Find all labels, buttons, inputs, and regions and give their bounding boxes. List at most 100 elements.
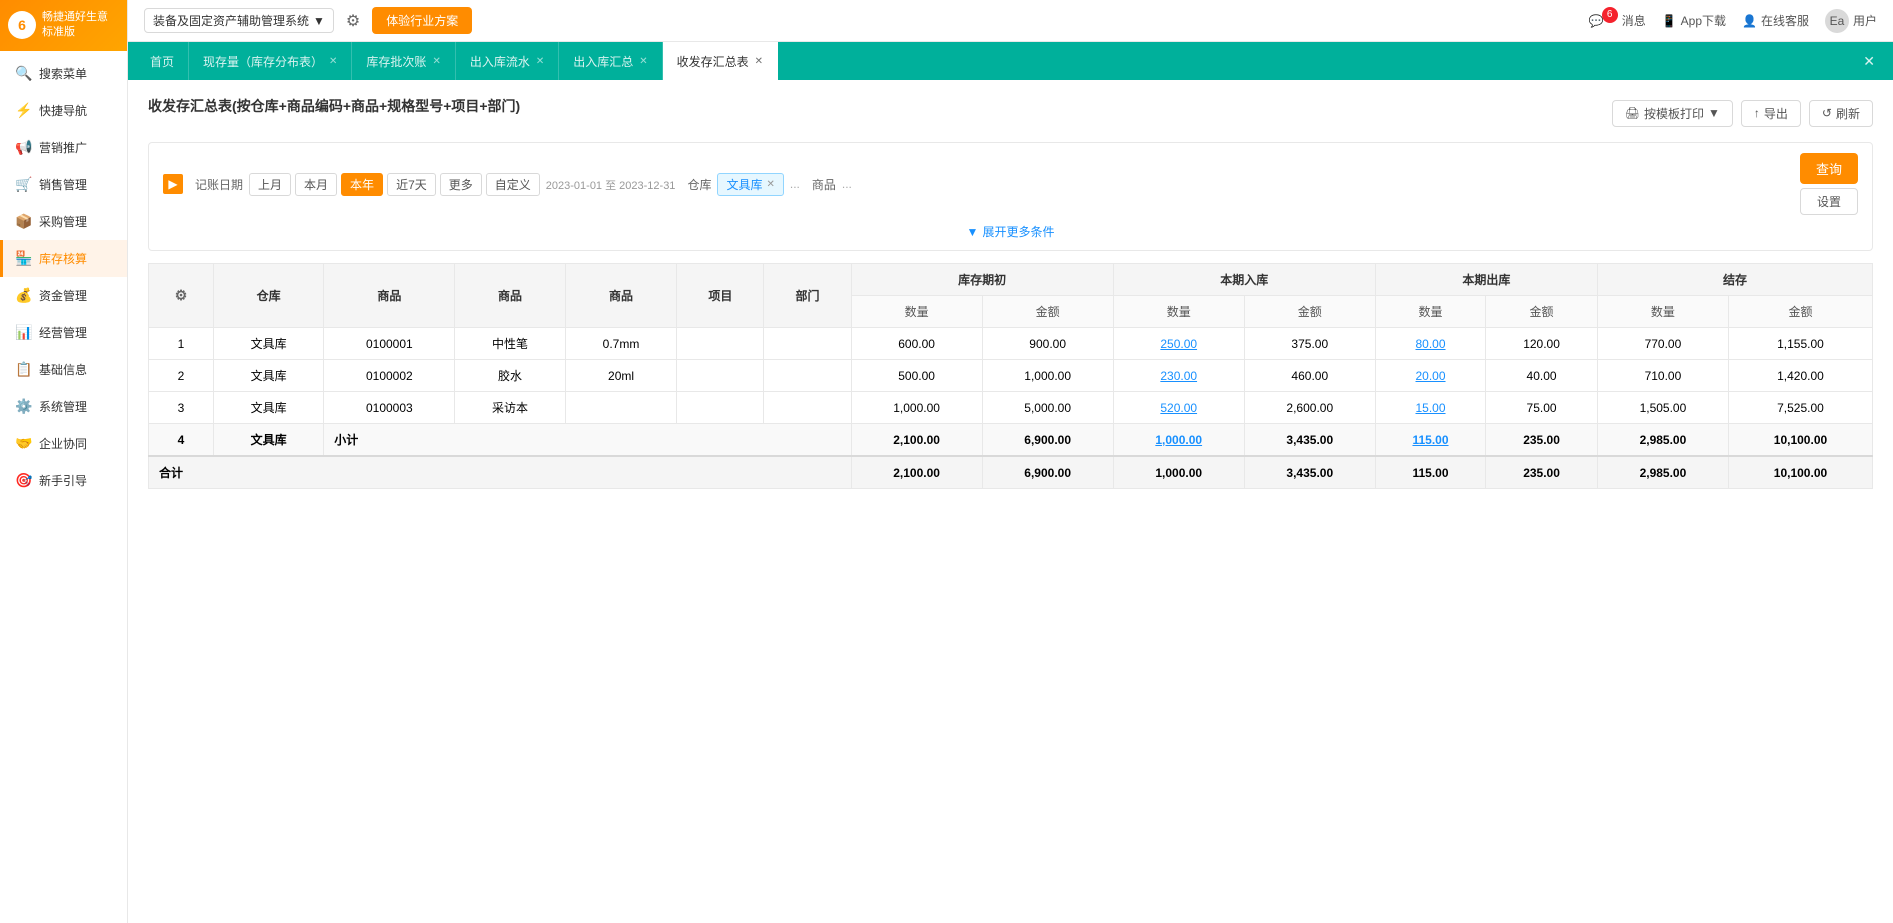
app-download-button[interactable]: 📱 App下载 [1662,12,1726,29]
row-out-qty[interactable]: 15.00 [1375,392,1485,424]
table-row: 2 文具库 0100002 胶水 20ml 500.00 1,000.00 23… [149,360,1873,392]
sidebar-item-purchase[interactable]: 📦采购管理 [0,203,127,240]
online-service-button[interactable]: 👤 在线客服 [1742,12,1809,29]
sidebar-icon-sales: 🛒 [15,176,31,193]
row-open-amt: 5,000.00 [982,392,1113,424]
row-bal-qty: 770.00 [1597,328,1728,360]
sidebar-icon-purchase: 📦 [15,213,31,230]
sidebar-icon-system: ⚙️ [15,398,31,415]
sidebar-label-finance: 资金管理 [39,287,87,304]
user-menu[interactable]: Ea 用户 [1825,9,1877,33]
table-body: 1 文具库 0100001 中性笔 0.7mm 600.00 900.00 25… [149,328,1873,457]
row-in-amt: 460.00 [1244,360,1375,392]
name-col-header: 商品 [455,264,565,328]
tab-close-recv_summary[interactable]: ✕ [755,56,763,67]
subtotal-warehouse: 文具库 [213,424,323,457]
collapse-toggle[interactable]: ▶ [163,174,183,194]
page-title: 收发存汇总表(按仓库+商品编码+商品+规格型号+项目+部门) [148,96,520,116]
sidebar-item-sales[interactable]: 🛒销售管理 [0,166,127,203]
tab-close-inout_summary[interactable]: ✕ [639,56,647,67]
tab-close-stock_dist[interactable]: ✕ [329,56,337,67]
tab-inout_summary[interactable]: 出入库汇总✕ [559,42,662,80]
tab-close-batch[interactable]: ✕ [432,56,440,67]
tab-home[interactable]: 首页 [136,42,189,80]
date-filter-btn-上月[interactable]: 上月 [249,173,291,196]
subtotal-row: 4 文具库 小计 2,100.00 6,900.00 1,000.00 3,43… [149,424,1873,457]
row-warehouse: 文具库 [213,392,323,424]
subtotal-out-qty[interactable]: 115.00 [1375,424,1485,457]
warehouse-more-button[interactable]: ... [790,177,800,191]
expand-conditions-button[interactable]: ▼ 展开更多条件 [163,223,1858,240]
tab-close-inout_flow[interactable]: ✕ [536,56,544,67]
date-filter-btn-近7天[interactable]: 近7天 [387,173,436,196]
row-out-amt: 120.00 [1486,328,1598,360]
sidebar-item-operations[interactable]: 📊经营管理 [0,314,127,351]
message-button[interactable]: 💬 6 消息 [1589,12,1646,29]
date-filter-btn-自定义[interactable]: 自定义 [486,173,540,196]
sidebar-item-basicinfo[interactable]: 📋基础信息 [0,351,127,388]
tabbar-close-icon[interactable]: ✕ [1853,53,1885,70]
out-stock-col-header: 本期出库 [1375,264,1597,296]
row-no: 2 [149,360,214,392]
warehouse-tag[interactable]: 文具库 ✕ [717,173,783,196]
goods-filter-group: 商品 ... [812,176,852,193]
row-no: 3 [149,392,214,424]
sidebar-item-finance[interactable]: 💰资金管理 [0,277,127,314]
date-range-display: 2023-01-01 至 2023-12-31 [546,177,676,193]
subtotal-bal-qty: 2,985.00 [1597,424,1728,457]
settings-col-header[interactable]: ⚙ [149,264,214,328]
date-filter-btn-更多[interactable]: 更多 [440,173,482,196]
system-selector[interactable]: 装备及固定资产辅助管理系统 ▼ [144,8,334,33]
row-in-qty[interactable]: 230.00 [1113,360,1244,392]
experience-button[interactable]: 体验行业方案 [372,7,472,34]
sidebar-item-guide[interactable]: 🎯新手引导 [0,462,127,499]
goods-filter-label: 商品 [812,176,836,193]
row-dept [764,328,851,360]
query-button[interactable]: 查询 [1800,153,1858,184]
sidebar-icon-enterprise: 🤝 [15,435,31,452]
sidebar-item-system[interactable]: ⚙️ 系统管理 [0,388,127,425]
tab-stock_dist[interactable]: 现存量（库存分布表）✕ [189,42,352,80]
table-row: 1 文具库 0100001 中性笔 0.7mm 600.00 900.00 25… [149,328,1873,360]
goods-more-button[interactable]: ... [842,177,852,191]
row-open-amt: 1,000.00 [982,360,1113,392]
print-button[interactable]: 🖨 按模板打印 ▼ [1612,100,1733,127]
total-bal-amt: 10,100.00 [1728,456,1872,489]
warehouse-tag-close-icon[interactable]: ✕ [766,179,774,190]
main-area: 装备及固定资产辅助管理系统 ▼ ⚙ 体验行业方案 💬 6 消息 📱 App下载 … [128,0,1893,923]
subtotal-in-qty[interactable]: 1,000.00 [1113,424,1244,457]
total-in-qty: 1,000.00 [1113,456,1244,489]
table-row: 3 文具库 0100003 采访本 1,000.00 5,000.00 520.… [149,392,1873,424]
row-in-qty[interactable]: 250.00 [1113,328,1244,360]
settings-gear-icon[interactable]: ⚙ [346,11,360,31]
sidebar-label-operations: 经营管理 [39,324,87,341]
filter-settings-button[interactable]: 设置 [1800,188,1858,215]
sidebar-item-quicknav[interactable]: ⚡快捷导航 [0,92,127,129]
tab-batch[interactable]: 库存批次账✕ [352,42,455,80]
warehouse-filter-label: 仓库 [687,176,711,193]
tab-recv_summary[interactable]: 收发存汇总表✕ [663,42,778,80]
date-filter-btn-本年[interactable]: 本年 [341,173,383,196]
date-filter-btn-本月[interactable]: 本月 [295,173,337,196]
row-out-qty[interactable]: 80.00 [1375,328,1485,360]
export-button[interactable]: ↑ 导出 [1741,100,1801,127]
sidebar-item-inventory[interactable]: 🏪库存核算 [0,240,127,277]
spec-col-header: 商品 [565,264,677,328]
service-icon: 👤 [1742,14,1757,28]
row-out-qty[interactable]: 20.00 [1375,360,1485,392]
row-out-amt: 75.00 [1486,392,1598,424]
subtotal-open-qty: 2,100.00 [851,424,982,457]
sidebar-item-marketing[interactable]: 📢营销推广 [0,129,127,166]
user-avatar: Ea [1825,9,1849,33]
sidebar-item-enterprise[interactable]: 🤝企业协同 [0,425,127,462]
row-in-qty[interactable]: 520.00 [1113,392,1244,424]
sidebar-nav: 🔍搜索菜单⚡快捷导航📢营销推广🛒销售管理📦采购管理🏪库存核算💰资金管理📊经营管理… [0,51,127,923]
open-stock-col-header: 库存期初 [851,264,1113,296]
refresh-button[interactable]: ↺ 刷新 [1809,100,1873,127]
row-open-amt: 900.00 [982,328,1113,360]
table-settings-icon[interactable]: ⚙ [175,287,188,303]
sidebar-label-system: 系统管理 [39,398,87,415]
sidebar-item-search[interactable]: 🔍搜索菜单 [0,55,127,92]
sidebar-icon-guide: 🎯 [15,472,31,489]
tab-inout_flow[interactable]: 出入库流水✕ [456,42,559,80]
